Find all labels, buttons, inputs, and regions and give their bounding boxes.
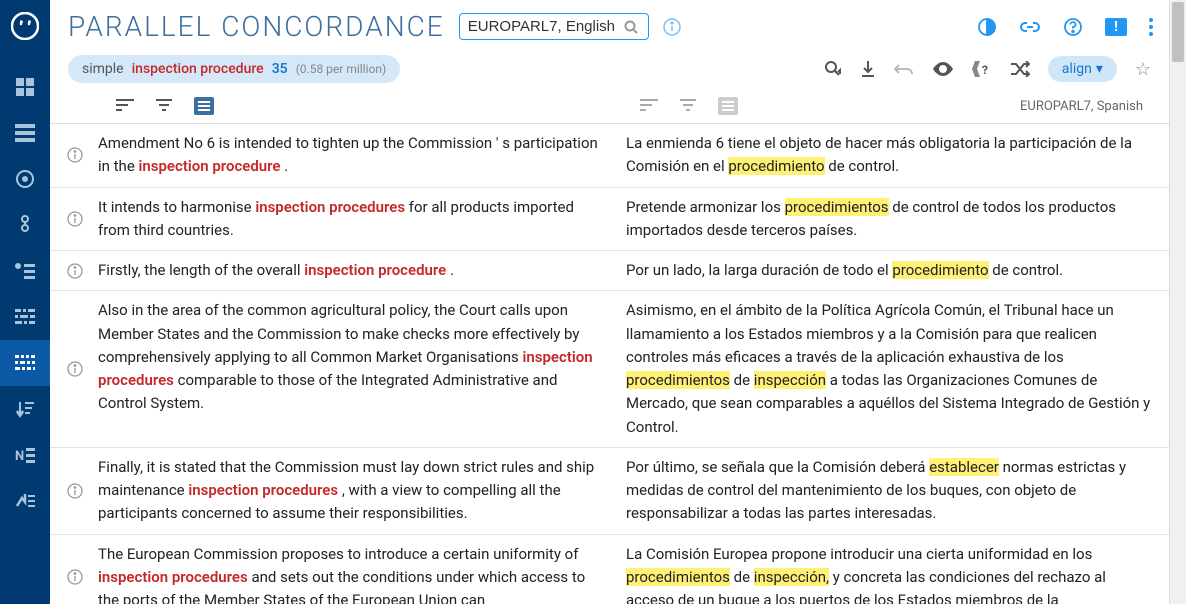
undo-icon[interactable]: [894, 62, 914, 76]
corpus-search-box[interactable]: [459, 13, 649, 40]
left-cell[interactable]: It intends to harmonise inspection proce…: [98, 196, 608, 243]
scrollbar-thumb[interactable]: [1172, 2, 1184, 62]
more-menu-icon[interactable]: [1149, 18, 1153, 36]
nav-target-icon[interactable]: [0, 156, 50, 202]
align-button[interactable]: align ▾: [1048, 56, 1117, 82]
column-header: EUROPARL7, Spanish: [50, 93, 1169, 123]
svg-text:?: ?: [982, 63, 988, 77]
shuffle-icon[interactable]: [1010, 61, 1030, 77]
eye-icon[interactable]: [932, 62, 954, 76]
query-bar: simple inspection procedure 35 (0.58 per…: [50, 49, 1169, 93]
query-type: simple: [82, 61, 124, 77]
keyword: inspection procedure: [139, 157, 281, 175]
top-action-icons: !: [977, 17, 1153, 37]
view-mode-right-icon[interactable]: [718, 97, 738, 115]
nav-parallel-concordance-icon[interactable]: [0, 340, 50, 386]
left-cell[interactable]: Amendment No 6 is intended to tighten up…: [98, 132, 608, 179]
highlight: inspección: [754, 371, 826, 389]
query-chip[interactable]: simple inspection procedure 35 (0.58 per…: [68, 55, 400, 83]
row-info-icon[interactable]: [62, 543, 88, 604]
results-list: Amendment No 6 is intended to tighten up…: [50, 123, 1169, 604]
right-cell[interactable]: La Comisión Europea propone introducir u…: [618, 543, 1157, 604]
filter-left-icon[interactable]: [156, 99, 172, 113]
corpus-search-input[interactable]: [468, 18, 618, 35]
highlight: establecer: [929, 458, 999, 476]
search-again-icon[interactable]: [824, 60, 842, 78]
highlight: procedimientos: [626, 568, 730, 586]
result-row: Finally, it is stated that the Commissio…: [50, 448, 1169, 535]
keyword: inspection procedures: [255, 198, 405, 216]
top-bar: PARALLEL CONCORDANCE !: [50, 0, 1169, 49]
page-title: PARALLEL CONCORDANCE: [68, 10, 445, 43]
nav-thesaurus-icon[interactable]: [0, 202, 50, 248]
left-cell[interactable]: Also in the area of the common agricultu…: [98, 299, 608, 439]
left-cell[interactable]: Finally, it is stated that the Commissio…: [98, 456, 608, 526]
info-icon[interactable]: [663, 18, 681, 36]
highlight: procedimientos: [626, 371, 730, 389]
result-row: The European Commission proposes to intr…: [50, 535, 1169, 604]
help-icon[interactable]: [1063, 17, 1083, 37]
nav-wordlist-icon[interactable]: [0, 110, 50, 156]
right-cell[interactable]: Por un lado, la larga duración de todo e…: [618, 259, 1157, 282]
query-term: inspection procedure: [132, 61, 264, 77]
contrast-icon[interactable]: [977, 17, 997, 37]
favorite-star-icon[interactable]: ☆: [1135, 59, 1151, 80]
sort-left-icon[interactable]: [116, 99, 134, 113]
right-cell[interactable]: Pretende armonizar los procedimientos de…: [618, 196, 1157, 243]
kwic-icon[interactable]: ?: [972, 61, 992, 77]
right-corpus-label: EUROPARL7, Spanish: [1020, 99, 1151, 114]
keyword: inspection procedure: [304, 261, 446, 279]
download-icon[interactable]: [860, 60, 876, 78]
query-freq: (0.58 per million): [296, 62, 386, 76]
highlight: procedimiento: [728, 157, 824, 175]
sort-right-icon[interactable]: [640, 99, 658, 113]
query-count: 35: [272, 61, 288, 77]
link-icon[interactable]: [1019, 21, 1041, 33]
row-info-icon[interactable]: [62, 132, 88, 179]
svg-text:N: N: [15, 449, 24, 463]
chevron-down-icon: ▾: [1096, 61, 1103, 77]
result-row: It intends to harmonise inspection proce…: [50, 188, 1169, 252]
nav-dashboard-icon[interactable]: [0, 64, 50, 110]
left-cell[interactable]: The European Commission proposes to intr…: [98, 543, 608, 604]
nav-sort-icon[interactable]: [0, 386, 50, 432]
filter-right-icon[interactable]: [680, 99, 696, 113]
row-info-icon[interactable]: [62, 456, 88, 526]
keyword: inspection procedures: [188, 481, 338, 499]
keyword: inspection procedures: [98, 568, 248, 586]
row-info-icon[interactable]: [62, 259, 88, 282]
right-cell[interactable]: Asimismo, en el ámbito de la Política Ag…: [618, 299, 1157, 439]
keyword: inspection procedures: [98, 348, 593, 389]
highlight: procedimiento: [892, 261, 988, 279]
search-icon[interactable]: [624, 20, 638, 34]
nav-trends-icon[interactable]: [0, 478, 50, 524]
feedback-icon[interactable]: !: [1105, 18, 1127, 36]
nav-list-dot-icon[interactable]: [0, 248, 50, 294]
row-info-icon[interactable]: [62, 299, 88, 439]
highlight: inspección,: [754, 568, 829, 586]
result-row: Amendment No 6 is intended to tighten up…: [50, 124, 1169, 188]
highlight: procedimientos: [785, 198, 889, 216]
nav-ngrams-icon[interactable]: N: [0, 432, 50, 478]
left-nav-sidebar: N: [0, 0, 50, 604]
result-row: Firstly, the length of the overall inspe…: [50, 251, 1169, 291]
right-cell[interactable]: La enmienda 6 tiene el objeto de hacer m…: [618, 132, 1157, 179]
result-row: Also in the area of the common agricultu…: [50, 291, 1169, 448]
nav-concordance-icon[interactable]: [0, 294, 50, 340]
scrollbar[interactable]: [1169, 0, 1186, 604]
left-cell[interactable]: Firstly, the length of the overall inspe…: [98, 259, 608, 282]
row-info-icon[interactable]: [62, 196, 88, 243]
app-logo: [7, 8, 43, 44]
view-mode-left-icon[interactable]: [194, 97, 214, 115]
result-tool-icons: ? align ▾ ☆: [824, 56, 1151, 82]
right-cell[interactable]: Por último, se señala que la Comisión de…: [618, 456, 1157, 526]
